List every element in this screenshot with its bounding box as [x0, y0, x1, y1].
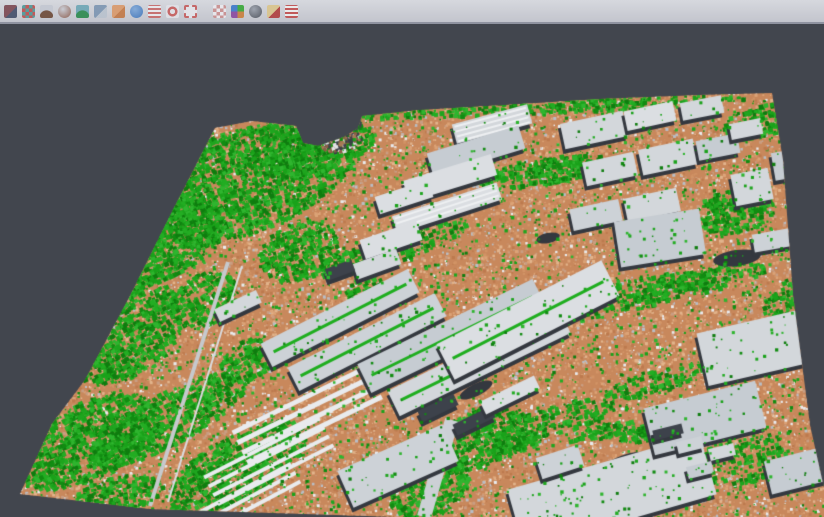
raster-grid-icon[interactable] [212, 4, 227, 19]
report-icon[interactable] [284, 4, 299, 19]
raster-grid-icon [213, 5, 226, 18]
open-project-icon[interactable] [3, 4, 18, 19]
export-icon[interactable] [266, 4, 281, 19]
circle-select-icon[interactable] [165, 4, 180, 19]
registration-icon [22, 5, 35, 18]
rotate-view-icon[interactable] [129, 4, 144, 19]
points-icon[interactable] [57, 4, 72, 19]
terrain-icon [40, 5, 53, 18]
scene-view-icon[interactable] [248, 4, 263, 19]
toolbar-icon-row [3, 4, 299, 19]
vegetation-icon [76, 5, 89, 18]
rotate-view-icon [130, 5, 143, 18]
profile-icon [94, 5, 107, 18]
cross-section-icon[interactable] [147, 4, 162, 19]
classification-icon [231, 5, 244, 18]
zoom-extents-icon[interactable] [183, 4, 198, 19]
export-icon [267, 5, 280, 18]
vegetation-icon[interactable] [75, 4, 90, 19]
registration-icon[interactable] [21, 4, 36, 19]
circle-select-icon [166, 5, 179, 18]
points-icon [58, 5, 71, 18]
terrain-icon[interactable] [39, 4, 54, 19]
classification-icon[interactable] [230, 4, 245, 19]
orthophoto-icon [112, 5, 125, 18]
report-icon [285, 5, 298, 18]
toolbar [0, 0, 824, 24]
cross-section-icon [148, 5, 161, 18]
scene-view-icon [249, 5, 262, 18]
zoom-extents-icon [184, 5, 197, 18]
point-cloud-viewport[interactable] [0, 0, 824, 517]
orthophoto-icon[interactable] [111, 4, 126, 19]
profile-icon[interactable] [93, 4, 108, 19]
open-project-icon [4, 5, 17, 18]
